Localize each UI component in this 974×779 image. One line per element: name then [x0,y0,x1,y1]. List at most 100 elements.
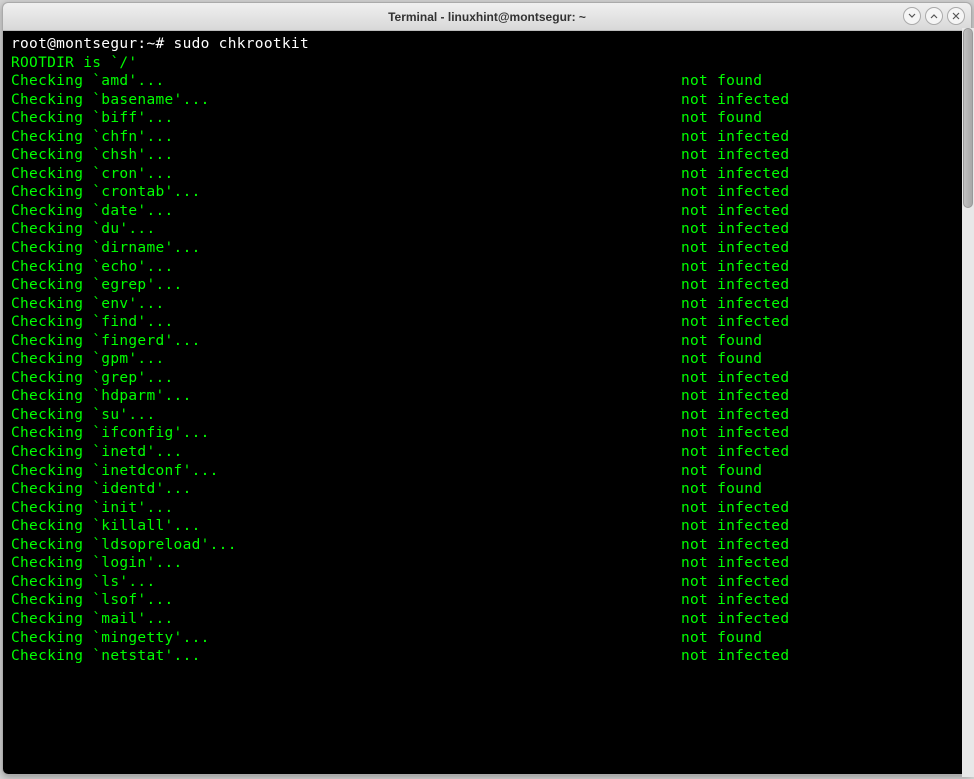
check-line: Checking `echo'...not infected [11,258,963,277]
check-status: not infected [681,406,789,425]
check-label: Checking `login'... [11,554,681,573]
check-line: Checking `inetdconf'...not found [11,462,963,481]
check-label: Checking `ldsopreload'... [11,536,681,555]
check-label: Checking `crontab'... [11,183,681,202]
check-label: Checking `basename'... [11,91,681,110]
check-label: Checking `hdparm'... [11,387,681,406]
check-status: not found [681,332,762,351]
check-status: not infected [681,517,789,536]
check-label: Checking `inetd'... [11,443,681,462]
rootdir-line: ROOTDIR is `/' [11,54,963,73]
check-label: Checking `mingetty'... [11,629,681,648]
check-line: Checking `mail'...not infected [11,610,963,629]
check-status: not infected [681,146,789,165]
check-label: Checking `lsof'... [11,591,681,610]
check-label: Checking `du'... [11,220,681,239]
check-line: Checking `lsof'...not infected [11,591,963,610]
check-line: Checking `env'...not infected [11,295,963,314]
check-status: not infected [681,610,789,629]
check-line: Checking `fingerd'...not found [11,332,963,351]
check-line: Checking `egrep'...not infected [11,276,963,295]
check-label: Checking `echo'... [11,258,681,277]
check-status: not found [681,109,762,128]
check-label: Checking `chsh'... [11,146,681,165]
titlebar: Terminal - linuxhint@montsegur: ~ [3,3,971,31]
check-line: Checking `date'...not infected [11,202,963,221]
check-line: Checking `init'...not infected [11,499,963,518]
minimize-button[interactable] [903,7,921,25]
window-title: Terminal - linuxhint@montsegur: ~ [388,10,586,24]
check-line: Checking `ls'...not infected [11,573,963,592]
check-status: not infected [681,258,789,277]
check-label: Checking `gpm'... [11,350,681,369]
check-line: Checking `du'...not infected [11,220,963,239]
check-label: Checking `ls'... [11,573,681,592]
check-line: Checking `crontab'...not infected [11,183,963,202]
check-line: Checking `mingetty'...not found [11,629,963,648]
check-line: Checking `ifconfig'...not infected [11,424,963,443]
check-label: Checking `biff'... [11,109,681,128]
check-line: Checking `dirname'...not infected [11,239,963,258]
check-status: not found [681,480,762,499]
prompt-line: root@montsegur:~# sudo chkrootkit [11,35,963,54]
check-label: Checking `fingerd'... [11,332,681,351]
check-status: not infected [681,591,789,610]
check-status: not infected [681,313,789,332]
check-status: not found [681,629,762,648]
check-label: Checking `ifconfig'... [11,424,681,443]
terminal-output[interactable]: root@montsegur:~# sudo chkrootkitROOTDIR… [3,31,971,774]
check-label: Checking `egrep'... [11,276,681,295]
check-status: not infected [681,91,789,110]
check-status: not infected [681,499,789,518]
scrollbar[interactable] [962,28,972,775]
check-label: Checking `amd'... [11,72,681,91]
check-line: Checking `grep'...not infected [11,369,963,388]
check-label: Checking `identd'... [11,480,681,499]
check-label: Checking `date'... [11,202,681,221]
maximize-button[interactable] [925,7,943,25]
check-label: Checking `find'... [11,313,681,332]
check-status: not infected [681,128,789,147]
close-icon [952,12,960,20]
check-line: Checking `cron'...not infected [11,165,963,184]
check-line: Checking `killall'...not infected [11,517,963,536]
check-line: Checking `basename'...not infected [11,91,963,110]
window-controls [903,7,965,25]
check-status: not infected [681,387,789,406]
terminal-window: Terminal - linuxhint@montsegur: ~ root@m… [2,2,972,775]
check-line: Checking `login'...not infected [11,554,963,573]
check-line: Checking `hdparm'...not infected [11,387,963,406]
check-label: Checking `chfn'... [11,128,681,147]
check-status: not found [681,350,762,369]
scrollbar-thumb[interactable] [963,28,972,208]
check-line: Checking `find'...not infected [11,313,963,332]
chevron-down-icon [908,12,916,20]
chevron-up-icon [930,12,938,20]
check-label: Checking `cron'... [11,165,681,184]
check-label: Checking `mail'... [11,610,681,629]
check-status: not infected [681,424,789,443]
close-button[interactable] [947,7,965,25]
check-label: Checking `netstat'... [11,647,681,666]
check-status: not infected [681,554,789,573]
check-line: Checking `su'...not infected [11,406,963,425]
check-line: Checking `amd'...not found [11,72,963,91]
check-status: not infected [681,276,789,295]
check-status: not infected [681,647,789,666]
check-line: Checking `ldsopreload'...not infected [11,536,963,555]
check-status: not infected [681,536,789,555]
check-status: not infected [681,443,789,462]
check-line: Checking `identd'...not found [11,480,963,499]
check-line: Checking `chfn'...not infected [11,128,963,147]
check-label: Checking `killall'... [11,517,681,536]
check-line: Checking `chsh'...not infected [11,146,963,165]
check-status: not infected [681,239,789,258]
check-label: Checking `init'... [11,499,681,518]
check-line: Checking `netstat'...not infected [11,647,963,666]
check-status: not found [681,462,762,481]
check-label: Checking `grep'... [11,369,681,388]
check-status: not found [681,72,762,91]
check-status: not infected [681,295,789,314]
check-label: Checking `env'... [11,295,681,314]
check-line: Checking `inetd'...not infected [11,443,963,462]
